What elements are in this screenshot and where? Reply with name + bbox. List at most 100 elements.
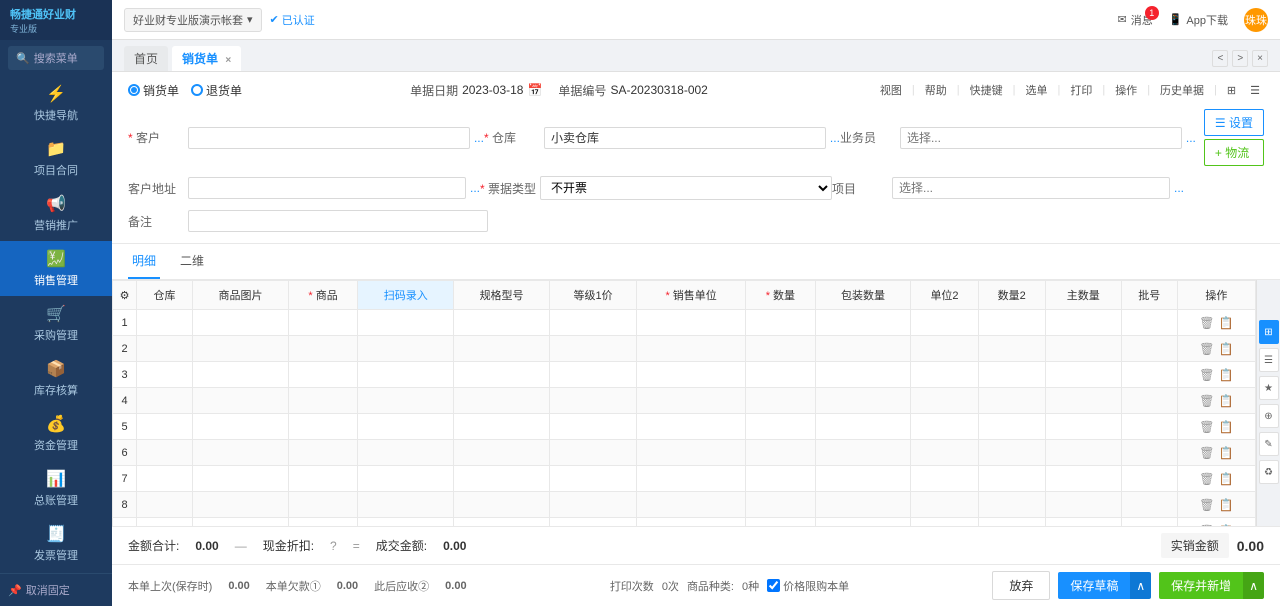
question-icon[interactable]: ? <box>330 539 337 553</box>
delete-icon[interactable]: 🗑 <box>1199 316 1214 330</box>
cell-unit[interactable] <box>637 492 746 518</box>
right-btn-5[interactable]: ✎ <box>1259 432 1279 456</box>
app-download-btn[interactable]: 📱 App下载 <box>1169 12 1228 28</box>
sidebar-item-marketing[interactable]: 📢 营销推广 <box>0 186 112 241</box>
right-btn-2[interactable]: ☰ <box>1259 348 1279 372</box>
radio-sales-order[interactable]: 销货单 <box>128 82 179 99</box>
bill-date-value[interactable]: 2023-03-18 <box>462 83 523 97</box>
search-menu-btn[interactable]: 🔍 搜索菜单 <box>8 46 104 70</box>
cell-warehouse[interactable] <box>137 362 193 388</box>
cell-warehouse[interactable] <box>137 388 193 414</box>
sidebar-item-finance[interactable]: 💰 资金管理 <box>0 406 112 461</box>
cell-goods[interactable] <box>288 466 357 492</box>
cell-qty[interactable] <box>746 336 815 362</box>
sidebar-item-sales[interactable]: 💹 销售管理 <box>0 241 112 296</box>
save-new-arrow-btn[interactable]: ∧ <box>1243 572 1264 599</box>
remark-input[interactable] <box>188 210 488 232</box>
cell-unit[interactable] <box>637 466 746 492</box>
warehouse-dots[interactable]: ... <box>830 131 840 145</box>
cell-unit2[interactable] <box>911 492 978 518</box>
delete-icon[interactable]: 🗑 <box>1199 394 1214 408</box>
cell-image[interactable] <box>193 518 289 527</box>
cell-unit2[interactable] <box>911 388 978 414</box>
project-input[interactable] <box>892 177 1170 199</box>
cancel-pin-btn[interactable]: 📌 取消固定 <box>0 573 112 606</box>
company-selector[interactable]: 好业财专业版演示帐套 ▾ <box>124 8 262 32</box>
cell-goods[interactable] <box>288 310 357 336</box>
cell-pack-qty[interactable] <box>815 336 911 362</box>
abandon-btn[interactable]: 放弃 <box>992 571 1050 600</box>
cell-spec[interactable] <box>454 310 550 336</box>
cell-qty2[interactable] <box>978 388 1045 414</box>
copy-icon[interactable]: 📋 <box>1219 368 1234 382</box>
cell-qty[interactable] <box>746 440 815 466</box>
cell-image[interactable] <box>193 414 289 440</box>
cell-qty2[interactable] <box>978 440 1045 466</box>
tab-2d[interactable]: 二维 <box>176 244 208 279</box>
sidebar-item-quicknav[interactable]: ⚡ 快捷导航 <box>0 76 112 131</box>
cell-qty[interactable] <box>746 414 815 440</box>
cell-unit[interactable] <box>637 414 746 440</box>
cell-unit2[interactable] <box>911 440 978 466</box>
copy-icon[interactable]: 📋 <box>1219 498 1234 512</box>
cell-scan[interactable] <box>358 492 454 518</box>
tab-close-icon[interactable]: × <box>225 55 231 66</box>
sidebar-item-ledger[interactable]: 📊 总账管理 <box>0 461 112 516</box>
cell-warehouse[interactable] <box>137 440 193 466</box>
address-dots[interactable]: ... <box>470 181 480 195</box>
cell-price1[interactable] <box>550 518 637 527</box>
save-draft-arrow-btn[interactable]: ∧ <box>1130 572 1151 599</box>
cell-unit2[interactable] <box>911 310 978 336</box>
cell-qty[interactable] <box>746 310 815 336</box>
cell-qty[interactable] <box>746 388 815 414</box>
cell-image[interactable] <box>193 388 289 414</box>
cell-spec[interactable] <box>454 518 550 527</box>
right-btn-4[interactable]: ⊕ <box>1259 404 1279 428</box>
cell-goods[interactable] <box>288 336 357 362</box>
shortcut-btn[interactable]: 快捷键 <box>966 80 1007 100</box>
tab-home[interactable]: 首页 <box>124 46 168 71</box>
cell-pack-qty[interactable] <box>815 310 911 336</box>
cell-main-qty[interactable] <box>1045 310 1121 336</box>
cell-spec[interactable] <box>454 414 550 440</box>
print-btn[interactable]: 打印 <box>1066 80 1096 100</box>
right-btn-6[interactable]: ♻ <box>1259 460 1279 484</box>
cell-unit2[interactable] <box>911 414 978 440</box>
cell-batch[interactable] <box>1121 466 1177 492</box>
cell-price1[interactable] <box>550 362 637 388</box>
cell-spec[interactable] <box>454 336 550 362</box>
cell-unit[interactable] <box>637 388 746 414</box>
cell-qty2[interactable] <box>978 414 1045 440</box>
delete-icon[interactable]: 🗑 <box>1199 420 1214 434</box>
cell-qty[interactable] <box>746 362 815 388</box>
cell-image[interactable] <box>193 492 289 518</box>
cell-main-qty[interactable] <box>1045 440 1121 466</box>
cell-spec[interactable] <box>454 440 550 466</box>
address-input[interactable] <box>188 177 466 199</box>
user-profile[interactable]: 珠珠 <box>1244 8 1268 32</box>
cell-pack-qty[interactable] <box>815 362 911 388</box>
cell-scan[interactable] <box>358 440 454 466</box>
setup-btn[interactable]: ☰ 设置 <box>1204 109 1264 136</box>
grid-view-btn[interactable]: ☰ <box>1246 82 1264 99</box>
right-btn-3[interactable]: ★ <box>1259 376 1279 400</box>
tab-close-all-btn[interactable]: × <box>1252 50 1268 67</box>
cell-warehouse[interactable] <box>137 466 193 492</box>
save-draft-btn[interactable]: 保存草稿 <box>1058 572 1130 599</box>
cell-scan[interactable] <box>358 518 454 527</box>
cell-qty[interactable] <box>746 466 815 492</box>
cell-main-qty[interactable] <box>1045 414 1121 440</box>
copy-icon[interactable]: 📋 <box>1219 394 1234 408</box>
cell-image[interactable] <box>193 466 289 492</box>
invoice-select[interactable]: 不开票 <box>540 176 832 200</box>
delete-icon[interactable]: 🗑 <box>1199 342 1214 356</box>
add-logistics-btn[interactable]: + 物流 <box>1204 139 1264 166</box>
cell-price1[interactable] <box>550 336 637 362</box>
cell-unit[interactable] <box>637 518 746 527</box>
cell-warehouse[interactable] <box>137 336 193 362</box>
cell-spec[interactable] <box>454 388 550 414</box>
cell-spec[interactable] <box>454 492 550 518</box>
cell-qty[interactable] <box>746 492 815 518</box>
cell-qty2[interactable] <box>978 466 1045 492</box>
delete-icon[interactable]: 🗑 <box>1199 368 1214 382</box>
